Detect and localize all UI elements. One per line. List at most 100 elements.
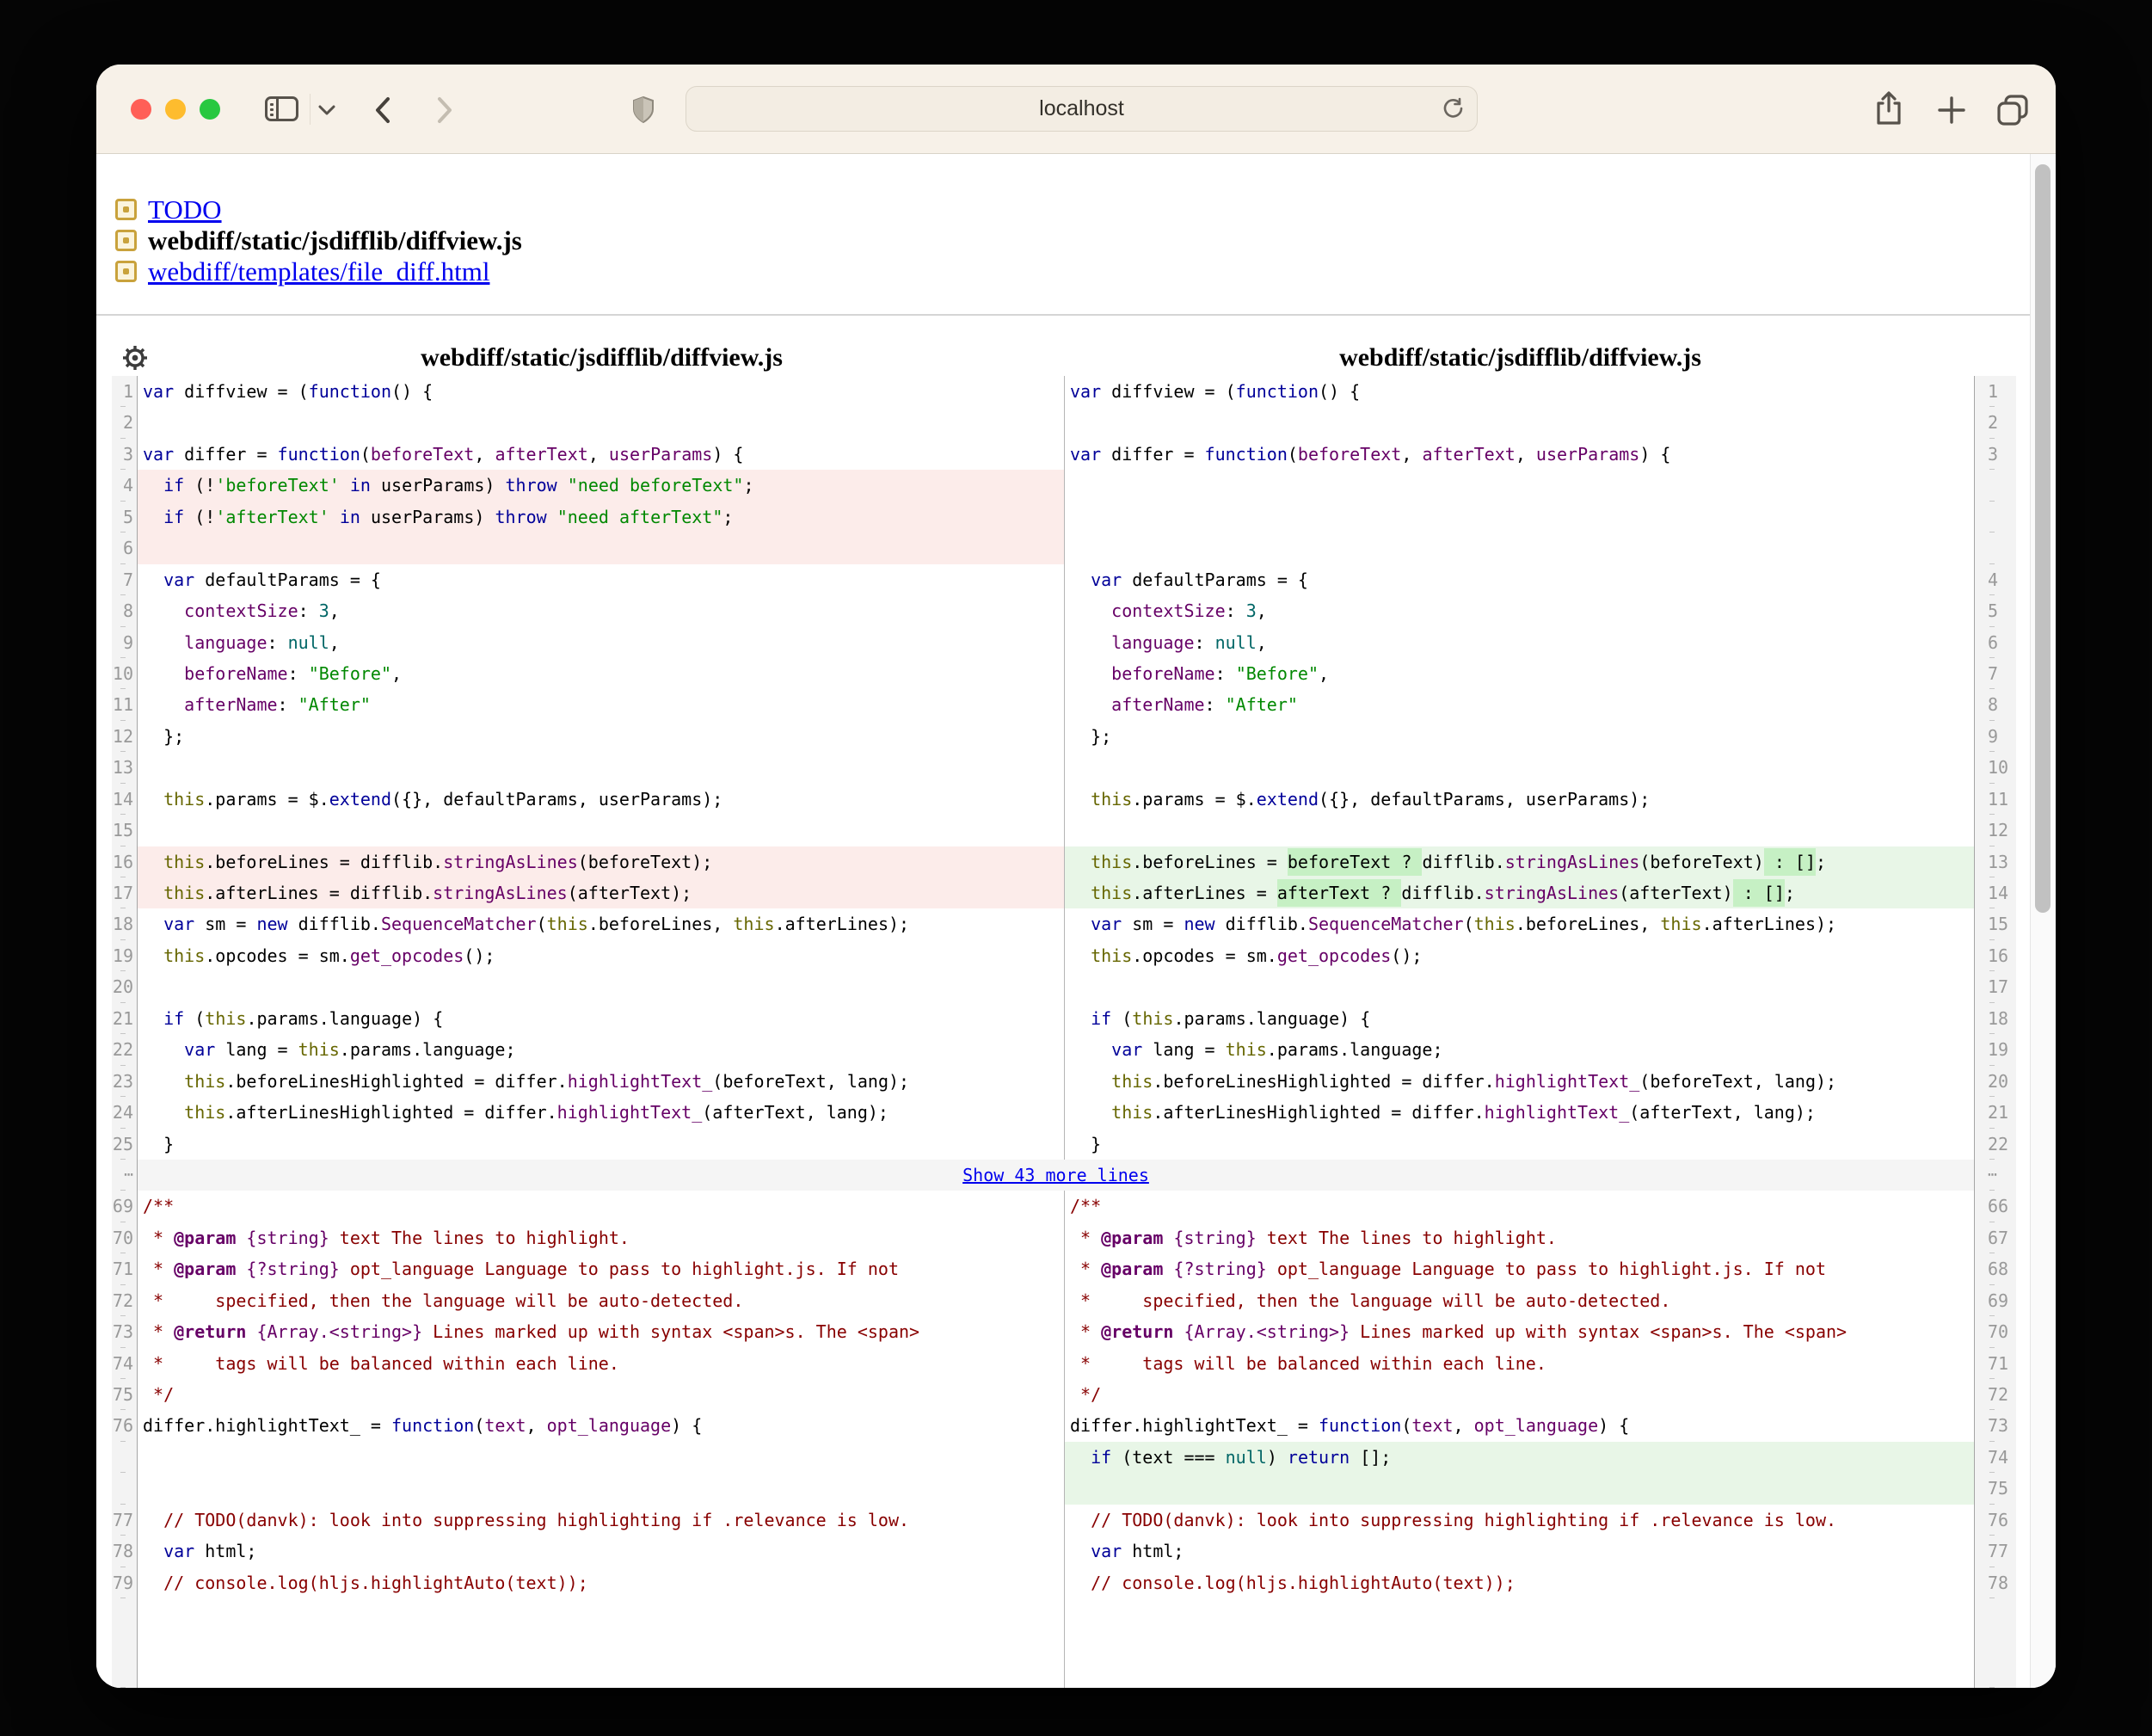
left-margin: [96, 564, 112, 595]
line-number-left: 2: [112, 407, 138, 438]
line-number-right: [1974, 532, 2016, 563]
url-bar[interactable]: localhost: [686, 86, 1478, 132]
line-number-left: 22: [112, 1034, 138, 1065]
right-pane-header: webdiff/static/jsdifflib/diffview.js: [1066, 343, 1975, 372]
diff-row: 73 * @return {Array.<string>} Lines mark…: [96, 1316, 2056, 1347]
forward-icon[interactable]: [433, 95, 456, 125]
page-content: TODO webdiff/static/jsdifflib/diffview.js…: [96, 154, 2056, 1688]
code-line-right: this.afterLines = afterText ? difflib.st…: [1065, 877, 1974, 908]
diff-row: 3var differ = function(beforeText, after…: [96, 439, 2056, 470]
left-margin: [96, 1505, 112, 1536]
file-link[interactable]: TODO: [148, 194, 222, 225]
line-number-left: 15: [112, 815, 138, 846]
left-margin: [96, 1160, 112, 1191]
left-margin: [96, 721, 112, 752]
back-icon[interactable]: [372, 95, 394, 125]
gutter-ellipsis: ⋯: [112, 1160, 138, 1191]
diff-row: 75 */ */72: [96, 1379, 2056, 1410]
line-number-right: 20: [1974, 1066, 2016, 1097]
line-number-left: 76: [112, 1410, 138, 1441]
code-line-left: this.afterLines = difflib.stringAsLines(…: [138, 877, 1064, 908]
code-line-right: differ.highlightText_ = function(text, o…: [1065, 1410, 1974, 1441]
diff-row: 14 this.params = $.extend({}, defaultPar…: [96, 784, 2056, 815]
code-line-left: */: [138, 1379, 1064, 1410]
line-number-left: 16: [112, 846, 138, 877]
code-line-left: [138, 1442, 1064, 1473]
line-number-right: 21: [1974, 1097, 2016, 1128]
code-line-right: * @return {Array.<string>} Lines marked …: [1065, 1316, 1974, 1347]
diff-row: 71 * @param {?string} opt_language Langu…: [96, 1253, 2056, 1284]
scrollbar-track[interactable]: [2030, 154, 2056, 1688]
file-link[interactable]: webdiff/templates/file_diff.html: [148, 256, 489, 287]
zoom-window-button[interactable]: [200, 99, 220, 120]
line-number-right: 73: [1974, 1410, 2016, 1441]
diff-row: 74 * tags will be balanced within each l…: [96, 1348, 2056, 1379]
diff-row: 69/**/**66: [96, 1191, 2056, 1222]
code-line-left: [138, 815, 1064, 846]
line-number-right: 7: [1974, 658, 2016, 689]
code-line-left: var lang = this.params.language;: [138, 1034, 1064, 1065]
left-margin: [96, 1191, 112, 1222]
line-number-right: 6: [1974, 627, 2016, 658]
file-modified-icon: [115, 261, 137, 282]
line-number-right: 17: [1974, 971, 2016, 1002]
line-number-right: 11: [1974, 784, 2016, 815]
new-tab-icon[interactable]: [1937, 95, 1966, 125]
minimize-window-button[interactable]: [165, 99, 186, 120]
reload-icon[interactable]: [1442, 97, 1465, 120]
left-margin: [96, 1536, 112, 1567]
line-number-left: 20: [112, 971, 138, 1002]
line-number-right: 15: [1974, 908, 2016, 939]
line-number-left: 4: [112, 470, 138, 501]
line-number-right: [1974, 502, 2016, 532]
line-number-right: 75: [1974, 1473, 2016, 1504]
line-number-left: 79: [112, 1567, 138, 1598]
code-line-right: if (this.params.language) {: [1065, 1003, 1974, 1034]
browser-window: localhost TODOwebdiff/st: [96, 65, 2056, 1688]
show-more-link[interactable]: Show 43 more lines: [962, 1165, 1149, 1185]
scrollbar-thumb[interactable]: [2035, 164, 2051, 913]
file-modified-icon: [115, 199, 137, 220]
code-line-right: */: [1065, 1379, 1974, 1410]
code-line-left: var defaultParams = {: [138, 564, 1064, 595]
diff-row: if (text === null) return [];74: [96, 1442, 2056, 1473]
diff-row: 70 * @param {string} text The lines to h…: [96, 1222, 2056, 1253]
code-line-left: var differ = function(beforeText, afterT…: [138, 439, 1064, 470]
left-margin: [96, 971, 112, 1002]
diff-row: 7 var defaultParams = { var defaultParam…: [96, 564, 2056, 595]
expander-row: ⋯Show 43 more lines⋯: [96, 1160, 2056, 1191]
line-number-left: [112, 1473, 138, 1504]
line-number-right: 22: [1974, 1129, 2016, 1160]
line-number-left: 75: [112, 1379, 138, 1410]
line-number-right: 78: [1974, 1567, 2016, 1598]
close-window-button[interactable]: [131, 99, 151, 120]
line-number-left: 25: [112, 1129, 138, 1160]
line-number-right: 19: [1974, 1034, 2016, 1065]
line-number-left: 12: [112, 721, 138, 752]
share-icon[interactable]: [1873, 90, 1904, 128]
left-margin: [96, 1379, 112, 1410]
diff-row: 1310: [96, 752, 2056, 783]
section-divider: [96, 314, 2056, 316]
tabs-overview-icon[interactable]: [1995, 94, 2030, 126]
code-line-left: this.afterLinesHighlighted = differ.high…: [138, 1097, 1064, 1128]
sidebar-toggle-icon[interactable]: [265, 96, 298, 121]
code-line-left: // console.log(hljs.highlightAuto(text))…: [138, 1567, 1064, 1598]
code-line-left: this.beforeLines = difflib.stringAsLines…: [138, 846, 1064, 877]
line-number-left: 7: [112, 564, 138, 595]
code-line-right: * tags will be balanced within each line…: [1065, 1348, 1974, 1379]
left-margin: [96, 1253, 112, 1284]
code-line-right: var lang = this.params.language;: [1065, 1034, 1974, 1065]
chevron-down-icon[interactable]: [317, 104, 336, 116]
left-margin: [96, 815, 112, 846]
left-margin: [96, 877, 112, 908]
line-number-right: 74: [1974, 1442, 2016, 1473]
shield-icon[interactable]: [632, 95, 655, 124]
diff-table-tail: [96, 1598, 2056, 1688]
code-line-left: * specified, then the language will be a…: [138, 1285, 1064, 1316]
code-line-right: };: [1065, 721, 1974, 752]
diff-row: 22 var lang = this.params.language; var …: [96, 1034, 2056, 1065]
line-number-left: 23: [112, 1066, 138, 1097]
diff-row: 22: [96, 407, 2056, 438]
diff-row: 75: [96, 1473, 2056, 1504]
